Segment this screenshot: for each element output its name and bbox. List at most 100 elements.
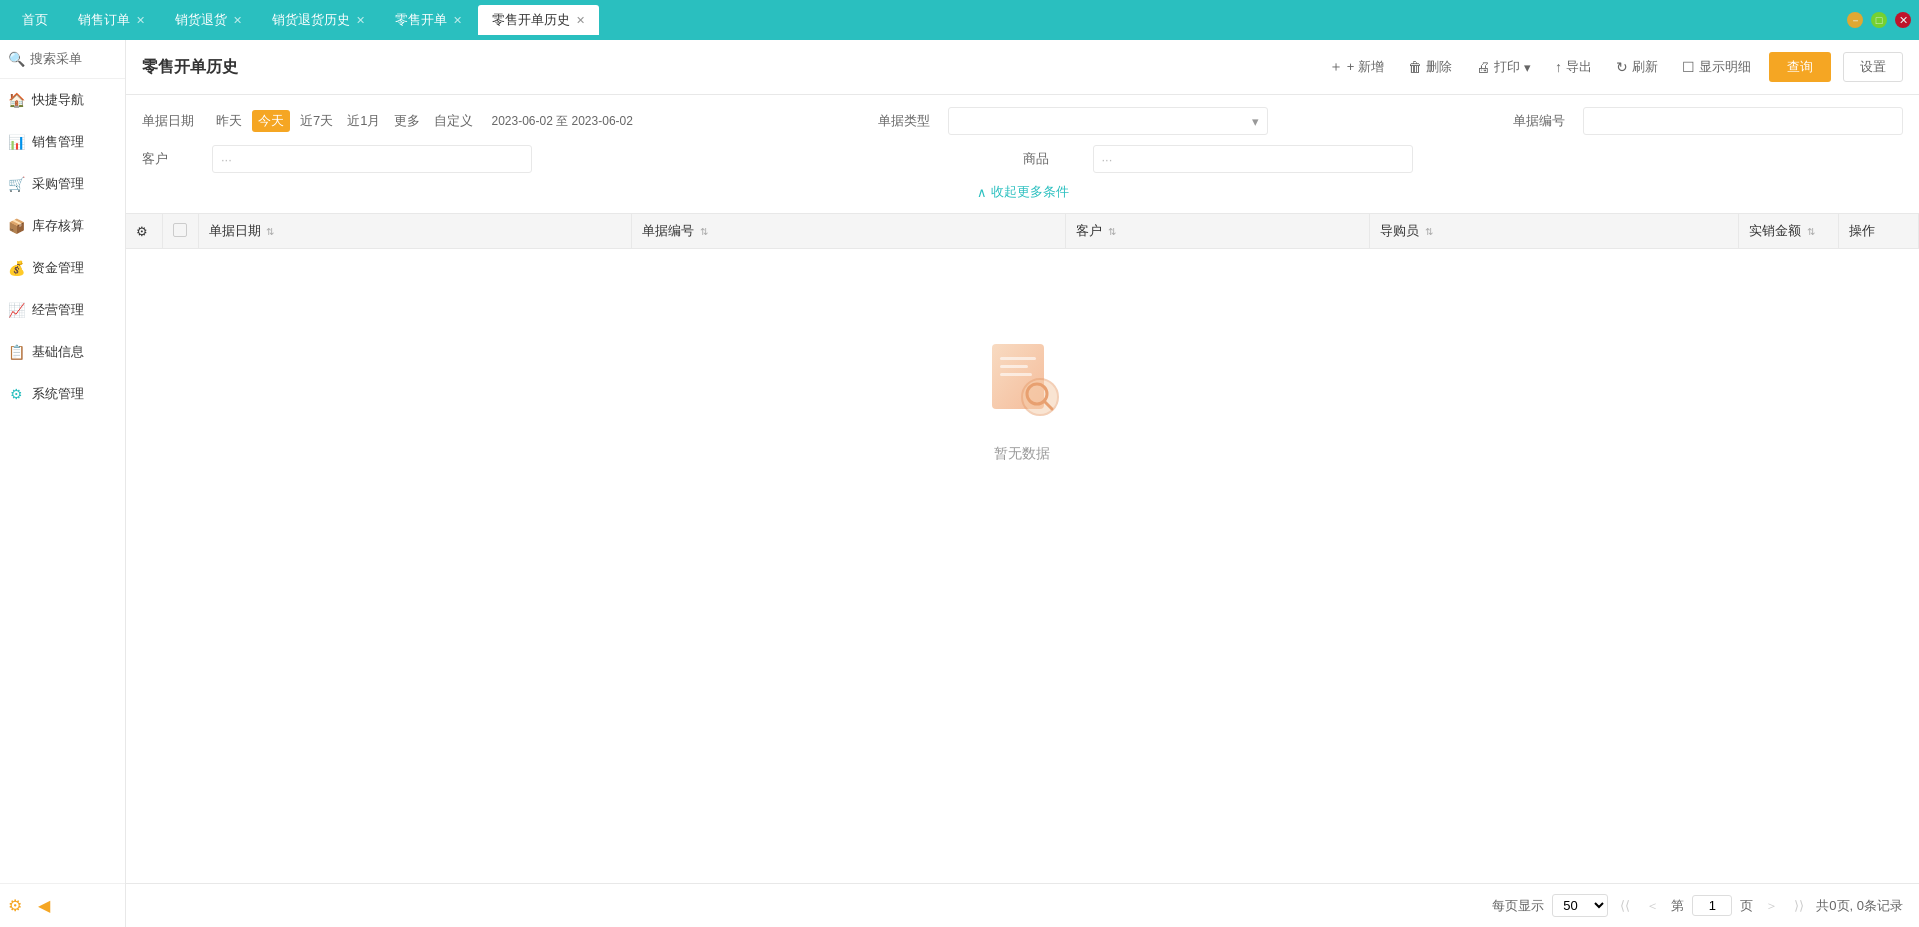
th-settings[interactable]: ⚙	[126, 214, 162, 249]
add-icon: ＋	[1329, 58, 1343, 76]
collapse-bar[interactable]: ∧ 收起更多条件	[142, 183, 1903, 201]
type-label: 单据类型	[878, 112, 948, 130]
collapse-icon: ∧	[977, 185, 987, 200]
page-size-select[interactable]: 10 20 50 100	[1552, 894, 1608, 917]
empty-state-row: 暂无数据	[126, 249, 1919, 544]
settings-bottom-btn[interactable]: ⚙	[8, 896, 22, 915]
nav-icon: 🏠	[8, 92, 24, 108]
table-header-row: ⚙ 单据日期 ⇅ 单据编号 ⇅	[126, 214, 1919, 249]
tab-return[interactable]: 销货退货 ✕	[161, 5, 256, 35]
prev-page-btn[interactable]: ＜	[1642, 895, 1663, 917]
sidebar-item-business[interactable]: 📈 经营管理	[0, 289, 125, 331]
tab-close-retail[interactable]: ✕	[453, 14, 462, 27]
th-salesperson[interactable]: 导购员 ⇅	[1370, 214, 1739, 249]
maximize-button[interactable]: □	[1871, 12, 1887, 28]
empty-text: 暂无数据	[994, 445, 1050, 463]
goods-placeholder: ···	[1102, 152, 1113, 167]
th-date[interactable]: 单据日期 ⇅	[198, 214, 632, 249]
print-button[interactable]: 🖨 打印 ▾	[1470, 54, 1537, 80]
print-dropdown-icon: ▾	[1524, 60, 1531, 75]
tab-retail-history[interactable]: 零售开单历史 ✕	[478, 5, 599, 35]
finance-icon: 💰	[8, 260, 24, 276]
date-btn-custom[interactable]: 自定义	[430, 110, 477, 132]
svg-rect-1	[1000, 357, 1036, 360]
customer-placeholder: ···	[221, 152, 232, 167]
tab-home[interactable]: 首页	[8, 5, 62, 35]
select-all-checkbox[interactable]	[173, 223, 187, 237]
purchase-icon: 🛒	[8, 176, 24, 192]
sidebar-item-finance[interactable]: 💰 资金管理	[0, 247, 125, 289]
top-tabbar: 首页 销售订单 ✕ 销货退货 ✕ 销货退货历史 ✕ 零售开单 ✕ 零售开单历史 …	[0, 0, 1919, 40]
total-info: 共0页, 0条记录	[1816, 897, 1903, 915]
th-checkbox[interactable]	[162, 214, 198, 249]
delete-button[interactable]: 🗑 删除	[1402, 54, 1458, 80]
type-select[interactable]: ▾	[948, 107, 1268, 135]
settings-button[interactable]: 设置	[1843, 52, 1903, 82]
date-btn-today[interactable]: 今天	[252, 110, 290, 132]
display-detail-button[interactable]: ☐ 显示明细	[1676, 54, 1757, 80]
sidebar-item-system[interactable]: ⚙ 系统管理	[0, 373, 125, 415]
sidebar-bottom: ⚙ ◀	[0, 883, 125, 927]
th-number[interactable]: 单据编号 ⇅	[632, 214, 1066, 249]
customer-label: 客户	[142, 150, 212, 168]
query-button[interactable]: 查询	[1769, 52, 1831, 82]
sidebar-search[interactable]: 🔍 搜索采单	[0, 40, 125, 79]
date-btn-1month[interactable]: 近1月	[343, 110, 384, 132]
goods-label: 商品	[1023, 150, 1093, 168]
inventory-icon: 📦	[8, 218, 24, 234]
sort-customer-icon: ⇅	[1108, 226, 1116, 237]
filter-date-btns: 昨天 今天 近7天 近1月 更多 自定义 2023-06-02 至 2023-0…	[212, 110, 633, 132]
sidebar-item-basic[interactable]: 📋 基础信息	[0, 331, 125, 373]
system-icon: ⚙	[8, 386, 24, 402]
export-button[interactable]: ↑ 导出	[1549, 54, 1598, 80]
customer-input[interactable]: ···	[212, 145, 532, 173]
sidebar-item-sales[interactable]: 📊 销售管理	[0, 121, 125, 163]
delete-icon: 🗑	[1408, 59, 1422, 75]
data-table: ⚙ 单据日期 ⇅ 单据编号 ⇅	[126, 214, 1919, 543]
th-amount[interactable]: 实销金额 ⇅	[1739, 214, 1839, 249]
date-btn-more[interactable]: 更多	[390, 110, 424, 132]
sidebar-item-purchase[interactable]: 🛒 采购管理	[0, 163, 125, 205]
date-btn-yesterday[interactable]: 昨天	[212, 110, 246, 132]
th-customer[interactable]: 客户 ⇅	[1066, 214, 1370, 249]
print-icon: 🖨	[1476, 59, 1490, 75]
tab-close-sales-order[interactable]: ✕	[136, 14, 145, 27]
page-size-label: 每页显示	[1492, 897, 1544, 915]
current-page-input[interactable]: 1	[1692, 895, 1732, 916]
th-actions: 操作	[1839, 214, 1919, 249]
pagination-bar: 每页显示 10 20 50 100 ⟨⟨ ＜ 第 1 页 ＞ ⟩⟩ 共0页, 0…	[126, 883, 1919, 927]
tab-return-history[interactable]: 销货退货历史 ✕	[258, 5, 379, 35]
tab-close-return[interactable]: ✕	[233, 14, 242, 27]
tab-retail[interactable]: 零售开单 ✕	[381, 5, 476, 35]
sales-icon: 📊	[8, 134, 24, 150]
close-button[interactable]: ✕	[1895, 12, 1911, 28]
sidebar-item-inventory[interactable]: 📦 库存核算	[0, 205, 125, 247]
filter-row-customer: 客户 ··· 商品 ···	[142, 145, 1903, 173]
date-btn-7days[interactable]: 近7天	[296, 110, 337, 132]
minimize-button[interactable]: －	[1847, 12, 1863, 28]
tab-close-retail-history[interactable]: ✕	[576, 14, 585, 27]
business-icon: 📈	[8, 302, 24, 318]
first-page-btn[interactable]: ⟨⟨	[1616, 896, 1634, 915]
basic-icon: 📋	[8, 344, 24, 360]
number-label: 单据编号	[1513, 112, 1583, 130]
date-label: 单据日期	[142, 112, 212, 130]
next-page-btn[interactable]: ＞	[1761, 895, 1782, 917]
table-container: ⚙ 单据日期 ⇅ 单据编号 ⇅	[126, 214, 1919, 883]
collapse-sidebar-btn[interactable]: ◀	[38, 896, 50, 915]
search-icon: 🔍	[8, 51, 24, 67]
last-page-btn[interactable]: ⟩⟩	[1790, 896, 1808, 915]
toolbar-actions: ＋ + 新增 🗑 删除 🖨 打印 ▾ ↑ 导出 ↻	[1323, 52, 1903, 82]
tab-sales-order[interactable]: 销售订单 ✕	[64, 5, 159, 35]
page-header: 零售开单历史 ＋ + 新增 🗑 删除 🖨 打印 ▾ ↑ 导出	[126, 40, 1919, 95]
number-input[interactable]	[1583, 107, 1903, 135]
page-suffix: 页	[1740, 897, 1753, 915]
tab-close-return-history[interactable]: ✕	[356, 14, 365, 27]
filter-area: 单据日期 昨天 今天 近7天 近1月 更多 自定义 2023-06-02 至 2…	[126, 95, 1919, 214]
goods-input[interactable]: ···	[1093, 145, 1413, 173]
add-button[interactable]: ＋ + 新增	[1323, 54, 1390, 80]
sidebar-item-nav[interactable]: 🏠 快捷导航	[0, 79, 125, 121]
sort-number-icon: ⇅	[700, 226, 708, 237]
refresh-icon: ↻	[1616, 59, 1628, 75]
refresh-button[interactable]: ↻ 刷新	[1610, 54, 1664, 80]
